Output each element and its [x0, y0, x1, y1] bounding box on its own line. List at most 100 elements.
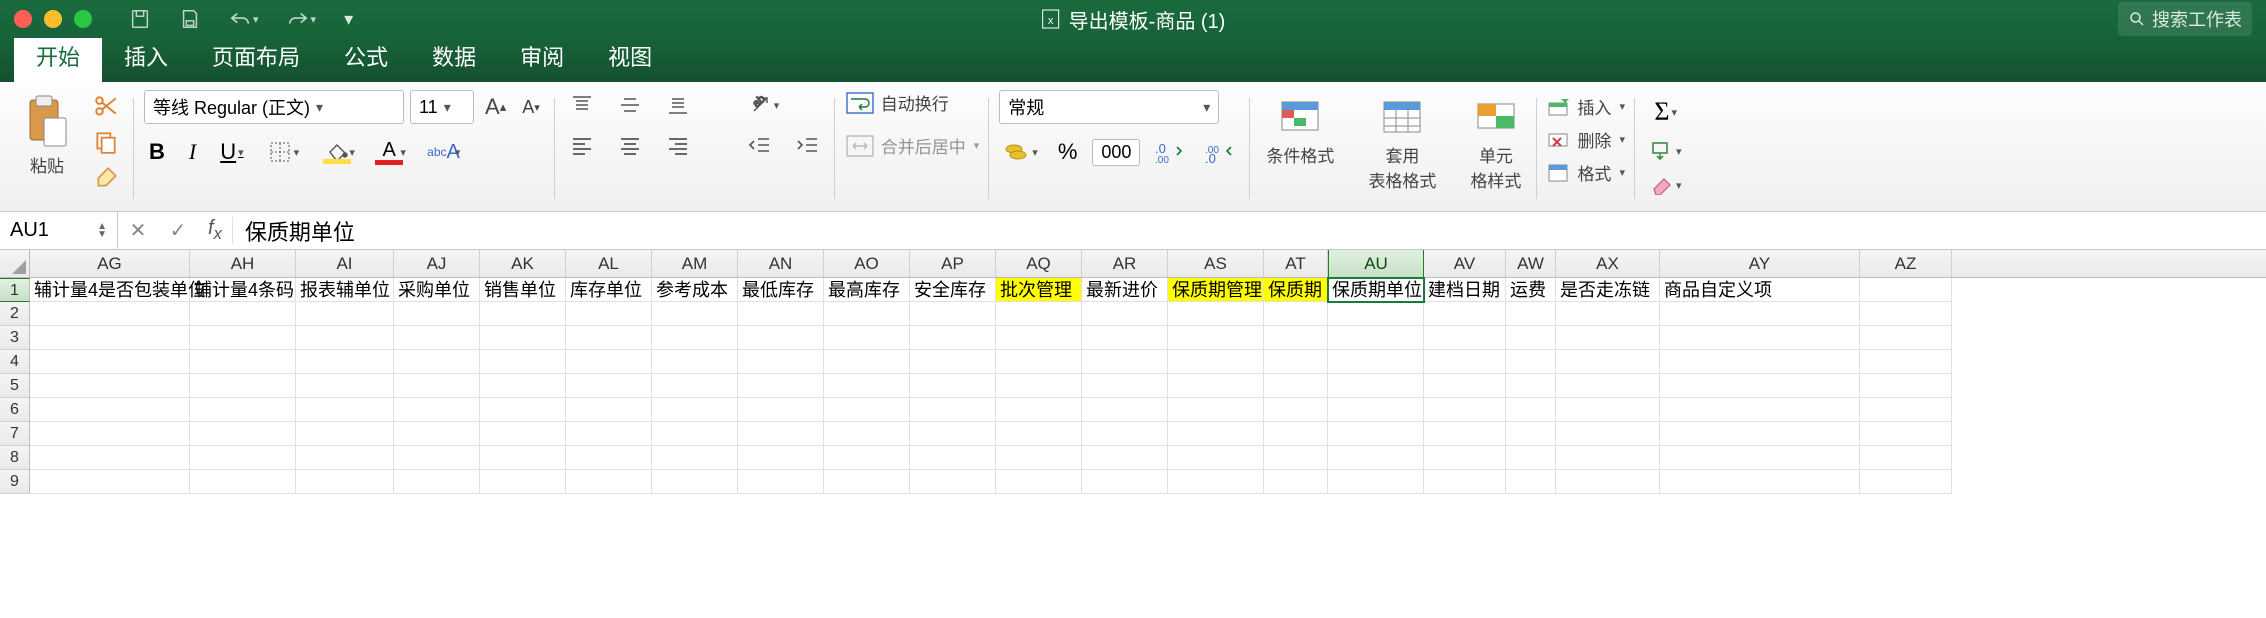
decrease-font-button[interactable]: A▾ — [517, 94, 545, 121]
cell-AL1[interactable]: 库存单位 — [566, 278, 652, 302]
increase-font-button[interactable]: A▴ — [480, 91, 511, 123]
cell-AZ8[interactable] — [1860, 446, 1952, 470]
cell-AM2[interactable] — [652, 302, 738, 326]
font-color-button[interactable]: A▾ — [370, 136, 408, 168]
select-all-corner[interactable] — [0, 250, 30, 277]
column-header-AJ[interactable]: AJ — [394, 250, 480, 277]
cell-AX2[interactable] — [1556, 302, 1660, 326]
cell-AP8[interactable] — [910, 446, 996, 470]
name-box[interactable]: AU1 ▲▼ — [0, 212, 118, 249]
cell-AM9[interactable] — [652, 470, 738, 494]
save-icon[interactable] — [124, 5, 156, 33]
cell-AG6[interactable] — [30, 398, 190, 422]
name-box-spinner[interactable]: ▲▼ — [97, 223, 107, 239]
row-header-5[interactable]: 5 — [0, 374, 30, 398]
cell-AK8[interactable] — [480, 446, 566, 470]
cell-AM4[interactable] — [652, 350, 738, 374]
cell-AS7[interactable] — [1168, 422, 1264, 446]
cell-AI7[interactable] — [296, 422, 394, 446]
cell-AI4[interactable] — [296, 350, 394, 374]
cell-AG2[interactable] — [30, 302, 190, 326]
cell-AR4[interactable] — [1082, 350, 1168, 374]
cell-AT1[interactable]: 保质期 — [1264, 278, 1328, 302]
cell-AO9[interactable] — [824, 470, 910, 494]
cell-AY5[interactable] — [1660, 374, 1860, 398]
cell-AI9[interactable] — [296, 470, 394, 494]
cell-AL8[interactable] — [566, 446, 652, 470]
cell-AS1[interactable]: 保质期管理 — [1168, 278, 1264, 302]
cell-AQ5[interactable] — [996, 374, 1082, 398]
underline-button[interactable]: U▾ — [215, 136, 248, 168]
cell-AK6[interactable] — [480, 398, 566, 422]
cell-AV8[interactable] — [1424, 446, 1506, 470]
cell-AW3[interactable] — [1506, 326, 1556, 350]
column-header-AH[interactable]: AH — [190, 250, 296, 277]
column-header-AK[interactable]: AK — [480, 250, 566, 277]
cell-AY8[interactable] — [1660, 446, 1860, 470]
cell-AM7[interactable] — [652, 422, 738, 446]
cell-AN5[interactable] — [738, 374, 824, 398]
cell-AY3[interactable] — [1660, 326, 1860, 350]
cell-AU6[interactable] — [1328, 398, 1424, 422]
format-as-table-button[interactable]: 套用 表格格式 — [1362, 96, 1442, 194]
save-alt-icon[interactable] — [174, 5, 206, 33]
delete-cells-button[interactable]: 删除▾ — [1547, 127, 1625, 152]
cell-AH6[interactable] — [190, 398, 296, 422]
cell-AT4[interactable] — [1264, 350, 1328, 374]
cell-AU3[interactable] — [1328, 326, 1424, 350]
align-center-button[interactable] — [613, 132, 647, 158]
cell-AM8[interactable] — [652, 446, 738, 470]
cell-AI1[interactable]: 报表辅单位 — [296, 278, 394, 302]
cell-AM3[interactable] — [652, 326, 738, 350]
column-header-AN[interactable]: AN — [738, 250, 824, 277]
accounting-format-button[interactable]: ▾ — [999, 138, 1043, 166]
cell-AX7[interactable] — [1556, 422, 1660, 446]
minimize-window-button[interactable] — [44, 10, 62, 28]
row-header-8[interactable]: 8 — [0, 446, 30, 470]
cell-AJ8[interactable] — [394, 446, 480, 470]
column-header-AZ[interactable]: AZ — [1860, 250, 1952, 277]
cell-AO1[interactable]: 最高库存 — [824, 278, 910, 302]
cell-AV2[interactable] — [1424, 302, 1506, 326]
insert-cells-button[interactable]: 插入▾ — [1547, 94, 1625, 119]
cell-AL9[interactable] — [566, 470, 652, 494]
cell-AY2[interactable] — [1660, 302, 1860, 326]
cell-AG7[interactable] — [30, 422, 190, 446]
cancel-formula-button[interactable]: ✕ — [118, 218, 158, 243]
cell-AU1[interactable]: 保质期单位 — [1328, 278, 1424, 302]
fx-icon[interactable]: fx — [198, 217, 233, 244]
cell-AO2[interactable] — [824, 302, 910, 326]
close-window-button[interactable] — [14, 10, 32, 28]
cell-AT2[interactable] — [1264, 302, 1328, 326]
cell-AS2[interactable] — [1168, 302, 1264, 326]
cell-AU8[interactable] — [1328, 446, 1424, 470]
font-name-dropdown[interactable]: 等线 Regular (正文)▾ — [144, 90, 404, 124]
merge-center-button[interactable]: 合并后居中 ▾ — [845, 133, 980, 158]
cell-AG4[interactable] — [30, 350, 190, 374]
cell-AH1[interactable]: 辅计量4条码 — [190, 278, 296, 302]
cell-AV4[interactable] — [1424, 350, 1506, 374]
confirm-formula-button[interactable]: ✓ — [158, 218, 198, 243]
cell-AW5[interactable] — [1506, 374, 1556, 398]
cell-AH9[interactable] — [190, 470, 296, 494]
cell-AK3[interactable] — [480, 326, 566, 350]
cell-AZ6[interactable] — [1860, 398, 1952, 422]
cell-AH8[interactable] — [190, 446, 296, 470]
cell-AR3[interactable] — [1082, 326, 1168, 350]
cell-AG9[interactable] — [30, 470, 190, 494]
cell-AW8[interactable] — [1506, 446, 1556, 470]
cell-AN2[interactable] — [738, 302, 824, 326]
column-header-AO[interactable]: AO — [824, 250, 910, 277]
increase-indent-button[interactable] — [791, 132, 825, 158]
cell-AW2[interactable] — [1506, 302, 1556, 326]
cell-AH7[interactable] — [190, 422, 296, 446]
cell-AQ2[interactable] — [996, 302, 1082, 326]
cell-AM1[interactable]: 参考成本 — [652, 278, 738, 302]
cell-AI8[interactable] — [296, 446, 394, 470]
cell-AO6[interactable] — [824, 398, 910, 422]
cell-AX8[interactable] — [1556, 446, 1660, 470]
italic-button[interactable]: I — [184, 136, 201, 168]
cell-AG1[interactable]: 辅计量4是否包装单位 — [30, 278, 190, 302]
cell-AL5[interactable] — [566, 374, 652, 398]
column-header-AL[interactable]: AL — [566, 250, 652, 277]
